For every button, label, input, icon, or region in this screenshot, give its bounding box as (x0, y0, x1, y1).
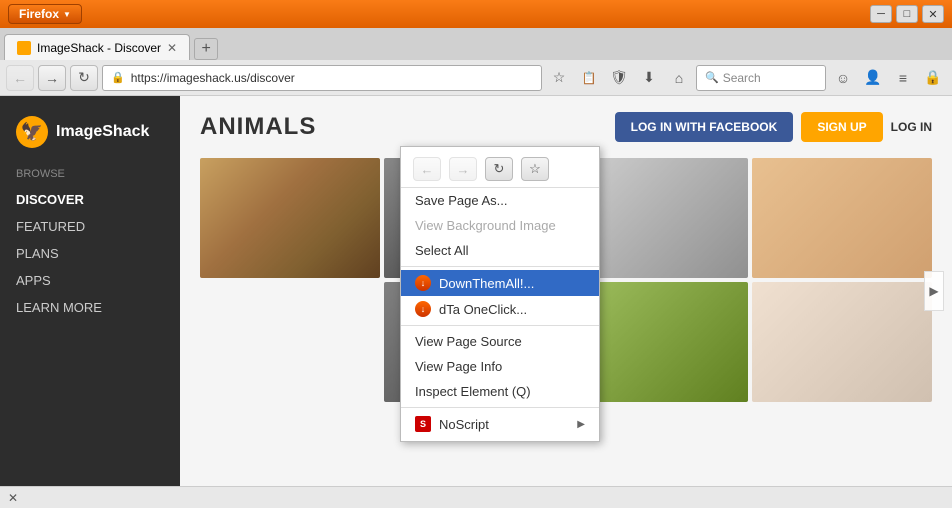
logo-icon: 🦅 (16, 116, 48, 148)
downthemall-icon: ↓ (415, 275, 431, 291)
maximize-button[interactable]: □ (896, 5, 918, 23)
image-cut1[interactable] (752, 158, 932, 278)
context-forward-button[interactable]: → (449, 157, 477, 181)
minimize-button[interactable]: ─ (870, 5, 892, 23)
dta-oneclick-label: dTa OneClick... (439, 302, 527, 317)
title-bar: Firefox ▼ ─ □ ✕ (0, 0, 952, 28)
addon-icon[interactable]: 🔒 (920, 65, 946, 91)
download-history-icon[interactable]: 📋 (576, 65, 602, 91)
scroll-right-arrow[interactable]: ▶ (924, 271, 944, 311)
context-nav-row: ← → ↻ ☆ (401, 151, 599, 188)
submenu-arrow-icon: ▶ (577, 419, 585, 430)
status-bar: ✕ (0, 486, 952, 508)
lock-icon: 🔒 (111, 71, 125, 84)
home-icon[interactable]: ⌂ (666, 65, 692, 91)
logo-emoji: 🦅 (21, 122, 43, 143)
menu-icon[interactable]: ≡ (890, 65, 916, 91)
noscript-icon: S (415, 416, 431, 432)
context-menu: ← → ↻ ☆ Save Page As... View Background … (400, 146, 600, 442)
sidebar-item-apps[interactable]: APPS (0, 267, 180, 294)
firefox-menu-button[interactable]: Firefox ▼ (8, 4, 82, 24)
active-tab[interactable]: ImageShack - Discover ✕ (4, 34, 190, 60)
search-placeholder: Search (723, 71, 761, 85)
view-background-image-label: View Background Image (415, 218, 556, 233)
context-view-page-source[interactable]: View Page Source (401, 329, 599, 354)
page-title: ANIMALS (200, 113, 316, 141)
back-button[interactable]: ← (6, 65, 34, 91)
tab-close-button[interactable]: ✕ (167, 41, 177, 55)
logo-text: ImageShack (56, 123, 149, 141)
shield-icon[interactable]: 🛡 (606, 65, 632, 91)
status-close-icon[interactable]: ✕ (8, 491, 18, 505)
sidebar-logo: 🦅 ImageShack (0, 116, 180, 168)
header-buttons: LOG IN WITH FACEBOOK SIGN UP LOG IN (615, 112, 932, 142)
context-noscript[interactable]: S NoScript ▶ (401, 411, 599, 437)
signup-button[interactable]: SIGN UP (801, 112, 882, 142)
url-text: https://imageshack.us/discover (131, 71, 295, 85)
close-button[interactable]: ✕ (922, 5, 944, 23)
new-tab-button[interactable]: + (194, 38, 218, 60)
context-separator-3 (401, 407, 599, 408)
context-select-all[interactable]: Select All (401, 238, 599, 263)
view-page-source-label: View Page Source (415, 334, 522, 349)
login-button[interactable]: LOG IN (891, 120, 932, 134)
sidebar: 🦅 ImageShack Browse DISCOVER FEATURED PL… (0, 96, 180, 486)
sidebar-section-label: Browse (0, 168, 180, 186)
search-bar[interactable]: 🔍 Search (696, 65, 826, 91)
inspect-element-label: Inspect Element (Q) (415, 384, 531, 399)
context-separator-1 (401, 266, 599, 267)
image-partial[interactable] (752, 282, 932, 402)
sidebar-item-featured[interactable]: FEATURED (0, 213, 180, 240)
emoji-icon[interactable]: ☺ (830, 65, 856, 91)
download-icon[interactable]: ⬇ (636, 65, 662, 91)
search-icon: 🔍 (705, 71, 719, 84)
downthemall-label: DownThemAll!... (439, 276, 534, 291)
context-view-page-info[interactable]: View Page Info (401, 354, 599, 379)
window-controls: ─ □ ✕ (870, 5, 944, 23)
tab-title: ImageShack - Discover (37, 41, 161, 55)
context-dta-oneclick[interactable]: ↓ dTa OneClick... (401, 296, 599, 322)
view-page-info-label: View Page Info (415, 359, 502, 374)
content-header: ANIMALS LOG IN WITH FACEBOOK SIGN UP LOG… (180, 96, 952, 150)
image-dog[interactable] (200, 158, 380, 278)
context-save-page-as[interactable]: Save Page As... (401, 188, 599, 213)
noscript-label: NoScript (439, 417, 489, 432)
context-bookmark-button[interactable]: ☆ (521, 157, 549, 181)
main-layout: 🦅 ImageShack Browse DISCOVER FEATURED PL… (0, 96, 952, 486)
content-area: ANIMALS LOG IN WITH FACEBOOK SIGN UP LOG… (180, 96, 952, 486)
save-page-as-label: Save Page As... (415, 193, 508, 208)
tab-bar: ImageShack - Discover ✕ + (0, 28, 952, 60)
select-all-label: Select All (415, 243, 468, 258)
url-bar[interactable]: 🔒 https://imageshack.us/discover (102, 65, 542, 91)
context-view-background-image: View Background Image (401, 213, 599, 238)
context-inspect-element[interactable]: Inspect Element (Q) (401, 379, 599, 404)
sidebar-item-learn-more[interactable]: LEARN MORE (0, 294, 180, 321)
sidebar-item-plans[interactable]: PLANS (0, 240, 180, 267)
context-separator-2 (401, 325, 599, 326)
dta-oneclick-icon: ↓ (415, 301, 431, 317)
login-facebook-button[interactable]: LOG IN WITH FACEBOOK (615, 112, 794, 142)
context-downthemall[interactable]: ↓ DownThemAll!... (401, 270, 599, 296)
bookmark-icon[interactable]: ☆ (546, 65, 572, 91)
tab-favicon (17, 41, 31, 55)
context-reload-button[interactable]: ↻ (485, 157, 513, 181)
firefox-label: Firefox (19, 7, 59, 21)
sidebar-item-discover[interactable]: DISCOVER (0, 186, 180, 213)
nav-bar: ← → ↻ 🔒 https://imageshack.us/discover ☆… (0, 60, 952, 96)
forward-button[interactable]: → (38, 65, 66, 91)
profile-icon[interactable]: 👤 (860, 65, 886, 91)
reload-button[interactable]: ↻ (70, 65, 98, 91)
firefox-dropdown-arrow: ▼ (63, 10, 71, 19)
context-back-button[interactable]: ← (413, 157, 441, 181)
